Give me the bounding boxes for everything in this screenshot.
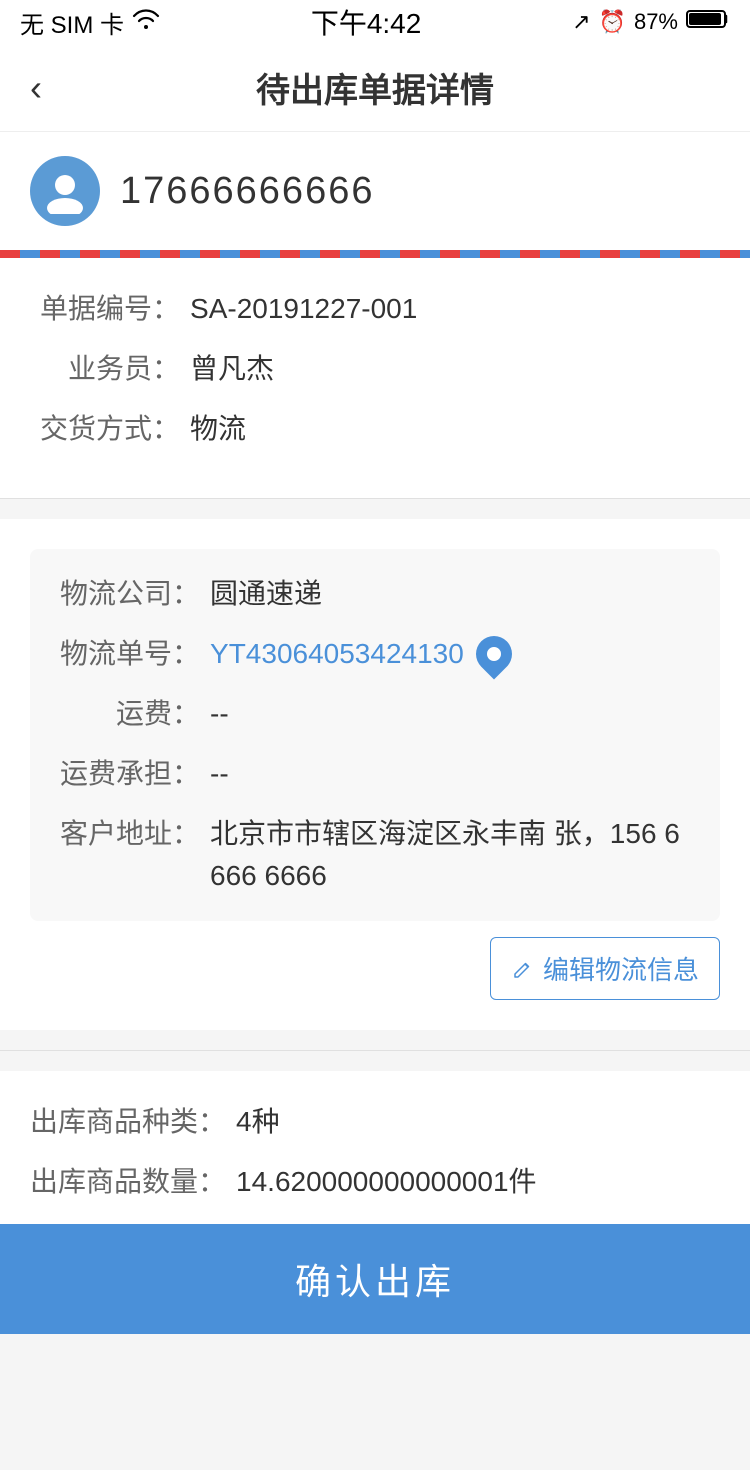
section-divider-2 — [0, 1050, 750, 1051]
logistics-company-label: 物流公司： — [60, 573, 200, 615]
address-row: 客户地址： 北京市市辖区海淀区永丰南 张，156 6666 6666 — [60, 813, 690, 897]
avatar — [30, 156, 100, 226]
battery-text: 87% — [634, 9, 678, 35]
back-button[interactable]: ‹ — [30, 67, 42, 109]
tracking-label: 物流单号： — [60, 633, 200, 675]
location-icon: ↗ — [572, 9, 590, 35]
customer-phone: 17666666666 — [120, 170, 374, 213]
nav-bar: ‹ 待出库单据详情 — [0, 44, 750, 132]
goods-types-label: 出库商品种类： — [30, 1101, 226, 1143]
order-info-section: 单据编号： SA-20191227-001 业务员： 曾凡杰 交货方式： 物流 — [0, 258, 750, 498]
tracking-row: 物流单号： YT43064053424130 — [60, 633, 690, 675]
edit-logistics-button[interactable]: 编辑物流信息 — [490, 937, 720, 1000]
logistics-card: 物流公司： 圆通速递 物流单号： YT43064053424130 运费： --… — [30, 549, 720, 921]
confirm-outbound-button[interactable]: 确认出库 — [295, 1253, 455, 1305]
wifi-icon — [132, 8, 160, 36]
battery-icon — [686, 8, 730, 37]
carrier-text: 无 SIM 卡 — [20, 5, 124, 40]
delivery-type-label: 交货方式： — [40, 408, 180, 450]
order-no-row: 单据编号： SA-20191227-001 — [40, 288, 710, 330]
page-title: 待出库单据详情 — [256, 63, 494, 112]
goods-quantity-row: 出库商品数量： 14.620000000000001件 — [30, 1161, 720, 1203]
status-right: ↗ ⏰ 87% — [572, 8, 730, 37]
goods-quantity-label: 出库商品数量： — [30, 1161, 226, 1203]
sales-person-label: 业务员： — [40, 348, 180, 390]
dashed-divider — [0, 250, 750, 258]
status-bar: 无 SIM 卡 下午4:42 ↗ ⏰ 87% — [0, 0, 750, 44]
customer-header: 17666666666 — [0, 132, 750, 250]
status-time: 下午4:42 — [311, 2, 422, 42]
location-pin-icon[interactable] — [468, 629, 519, 680]
status-left: 无 SIM 卡 — [20, 5, 160, 40]
edit-logistics-label: 编辑物流信息 — [543, 950, 699, 987]
address-label: 客户地址： — [60, 813, 200, 855]
order-no-value: SA-20191227-001 — [190, 288, 710, 330]
freight-bear-label: 运费承担： — [60, 753, 200, 795]
logistics-company-row: 物流公司： 圆通速递 — [60, 573, 690, 615]
freight-bear-value: -- — [210, 753, 690, 795]
delivery-type-value: 物流 — [190, 408, 710, 450]
tracking-value-container: YT43064053424130 — [210, 633, 690, 675]
order-no-label: 单据编号： — [40, 288, 180, 330]
freight-bear-row: 运费承担： -- — [60, 753, 690, 795]
goods-types-row: 出库商品种类： 4种 — [30, 1101, 720, 1143]
section-divider-1 — [0, 498, 750, 499]
tracking-value: YT43064053424130 — [210, 633, 464, 675]
sales-person-value: 曾凡杰 — [190, 348, 710, 390]
bottom-bar: 确认出库 — [0, 1224, 750, 1334]
edit-btn-row: 编辑物流信息 — [30, 921, 720, 1000]
logistics-section: 物流公司： 圆通速递 物流单号： YT43064053424130 运费： --… — [0, 519, 750, 1030]
sales-person-row: 业务员： 曾凡杰 — [40, 348, 710, 390]
goods-quantity-value: 14.620000000000001件 — [236, 1161, 720, 1203]
logistics-company-value: 圆通速递 — [210, 573, 690, 615]
alarm-icon: ⏰ — [599, 9, 626, 35]
freight-label: 运费： — [60, 693, 200, 735]
address-value: 北京市市辖区海淀区永丰南 张，156 6666 6666 — [210, 813, 690, 897]
goods-types-value: 4种 — [236, 1101, 720, 1143]
delivery-type-row: 交货方式： 物流 — [40, 408, 710, 450]
edit-icon — [511, 957, 535, 981]
freight-row: 运费： -- — [60, 693, 690, 735]
freight-value: -- — [210, 693, 690, 735]
